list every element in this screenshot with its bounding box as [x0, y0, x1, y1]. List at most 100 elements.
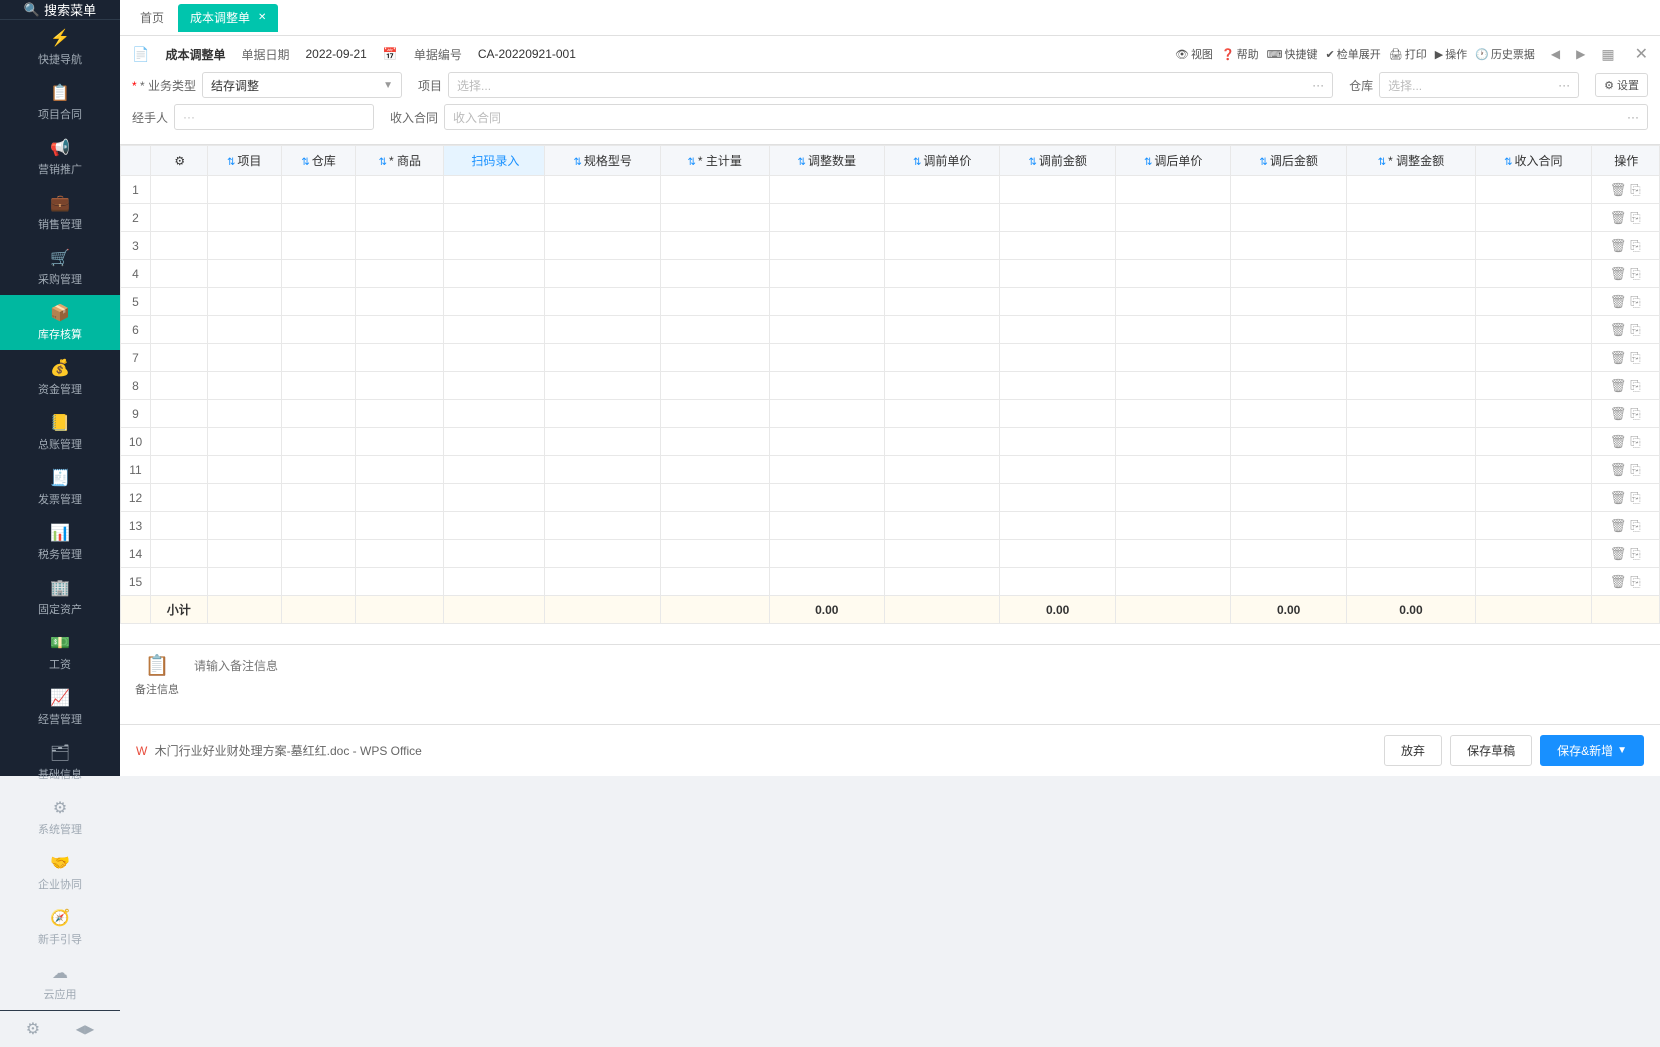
cell-income_contract-4[interactable] [1476, 260, 1591, 288]
cell-prev_price-7[interactable] [884, 344, 999, 372]
cell-adj_amount-8[interactable] [1346, 372, 1475, 400]
calendar-icon[interactable]: 📅 [383, 47, 398, 61]
cell-project-14[interactable] [207, 540, 281, 568]
sidebar-item-marketing[interactable]: 📢营销推广 [0, 130, 120, 185]
cell-unit-13[interactable] [660, 512, 769, 540]
cell-project-4[interactable] [207, 260, 281, 288]
cell-scan-2[interactable] [444, 204, 545, 232]
cell-prev_amount-15[interactable] [1000, 568, 1115, 596]
cell-product-4[interactable] [356, 260, 444, 288]
copy-icon-3[interactable]: ⎘ [1630, 238, 1640, 254]
cell-scan-10[interactable] [444, 428, 545, 456]
cell-product-8[interactable] [356, 372, 444, 400]
cell-unit-3[interactable] [660, 232, 769, 260]
copy-icon-1[interactable]: ⎘ [1630, 182, 1640, 198]
cell-project-6[interactable] [207, 316, 281, 344]
cell-prev_price-12[interactable] [884, 484, 999, 512]
settings-button[interactable]: ⚙ 设置 [1595, 73, 1648, 97]
cell-project-13[interactable] [207, 512, 281, 540]
col-settings[interactable]: ⚙ [151, 146, 208, 176]
cell-prev_price-3[interactable] [884, 232, 999, 260]
cell-settings-7[interactable] [151, 344, 208, 372]
cell-after_amount-14[interactable] [1231, 540, 1346, 568]
cell-prev_amount-13[interactable] [1000, 512, 1115, 540]
cell-settings-13[interactable] [151, 512, 208, 540]
sidebar-item-quick-nav[interactable]: ⚡快捷导航 [0, 20, 120, 75]
sidebar-toggle-icon[interactable]: ◀▶ [76, 1022, 94, 1036]
sidebar-item-payroll[interactable]: 💵工资 [0, 625, 120, 680]
cell-income_contract-10[interactable] [1476, 428, 1591, 456]
cell-settings-11[interactable] [151, 456, 208, 484]
cell-adj_amount-13[interactable] [1346, 512, 1475, 540]
delete-icon-4[interactable]: 🗑 [1610, 266, 1627, 282]
delete-icon-14[interactable]: 🗑 [1610, 546, 1627, 562]
sidebar-item-tax[interactable]: 📊税务管理 [0, 515, 120, 570]
cell-actions-1[interactable]: 🗑⎘ [1591, 176, 1660, 204]
copy-icon-2[interactable]: ⎘ [1630, 210, 1640, 226]
cell-adj_qty-5[interactable] [769, 288, 884, 316]
sidebar-item-finance[interactable]: 💰资金管理 [0, 350, 120, 405]
cell-scan-6[interactable] [444, 316, 545, 344]
project-input[interactable]: 选择... ··· [448, 72, 1333, 98]
cell-income_contract-13[interactable] [1476, 512, 1591, 540]
sidebar-item-system[interactable]: ⚙系统管理 [0, 790, 120, 845]
cell-unit-14[interactable] [660, 540, 769, 568]
toolbar-btn-shortcut[interactable]: ⌨快捷键 [1267, 46, 1318, 62]
cell-income_contract-1[interactable] [1476, 176, 1591, 204]
cell-warehouse-9[interactable] [281, 400, 355, 428]
cell-product-13[interactable] [356, 512, 444, 540]
cell-spec-15[interactable] [545, 568, 660, 596]
cell-prev_price-4[interactable] [884, 260, 999, 288]
cell-after_amount-8[interactable] [1231, 372, 1346, 400]
cell-warehouse-4[interactable] [281, 260, 355, 288]
sidebar-search-label[interactable]: 搜索菜单 [44, 0, 96, 19]
cell-income_contract-3[interactable] [1476, 232, 1591, 260]
cell-adj_qty-3[interactable] [769, 232, 884, 260]
cell-after_price-6[interactable] [1115, 316, 1230, 344]
cell-adj_qty-15[interactable] [769, 568, 884, 596]
cell-unit-10[interactable] [660, 428, 769, 456]
cell-after_price-11[interactable] [1115, 456, 1230, 484]
sidebar-item-fixed-assets[interactable]: 🏢固定资产 [0, 570, 120, 625]
cell-spec-3[interactable] [545, 232, 660, 260]
cell-product-3[interactable] [356, 232, 444, 260]
cell-settings-10[interactable] [151, 428, 208, 456]
cell-after_amount-3[interactable] [1231, 232, 1346, 260]
cell-actions-5[interactable]: 🗑⎘ [1591, 288, 1660, 316]
cell-product-7[interactable] [356, 344, 444, 372]
cell-unit-2[interactable] [660, 204, 769, 232]
cell-spec-11[interactable] [545, 456, 660, 484]
cell-scan-9[interactable] [444, 400, 545, 428]
cell-unit-6[interactable] [660, 316, 769, 344]
business-type-input[interactable]: 结存调整 ▼ [202, 72, 402, 98]
cell-income_contract-5[interactable] [1476, 288, 1591, 316]
cell-product-15[interactable] [356, 568, 444, 596]
cell-unit-1[interactable] [660, 176, 769, 204]
cell-income_contract-6[interactable] [1476, 316, 1591, 344]
cell-income_contract-7[interactable] [1476, 344, 1591, 372]
cell-warehouse-10[interactable] [281, 428, 355, 456]
cell-after_price-12[interactable] [1115, 484, 1230, 512]
cell-warehouse-2[interactable] [281, 204, 355, 232]
cell-project-8[interactable] [207, 372, 281, 400]
copy-icon-6[interactable]: ⎘ [1630, 322, 1640, 338]
cell-actions-7[interactable]: 🗑⎘ [1591, 344, 1660, 372]
cell-prev_price-2[interactable] [884, 204, 999, 232]
cell-settings-1[interactable] [151, 176, 208, 204]
copy-icon-8[interactable]: ⎘ [1630, 378, 1640, 394]
delete-icon-3[interactable]: 🗑 [1610, 238, 1627, 254]
cell-scan-4[interactable] [444, 260, 545, 288]
cell-spec-9[interactable] [545, 400, 660, 428]
warehouse-input[interactable]: 选择... ··· [1379, 72, 1579, 98]
cell-unit-15[interactable] [660, 568, 769, 596]
cell-prev_amount-12[interactable] [1000, 484, 1115, 512]
cell-product-12[interactable] [356, 484, 444, 512]
sidebar-item-operations[interactable]: 📈经营管理 [0, 680, 120, 735]
toolbar-btn-history[interactable]: 🕐历史票据 [1475, 46, 1535, 62]
cell-warehouse-3[interactable] [281, 232, 355, 260]
discard-button[interactable]: 放弃 [1384, 735, 1442, 766]
cell-after_amount-1[interactable] [1231, 176, 1346, 204]
cell-prev_price-15[interactable] [884, 568, 999, 596]
cell-actions-4[interactable]: 🗑⎘ [1591, 260, 1660, 288]
cell-adj_amount-12[interactable] [1346, 484, 1475, 512]
